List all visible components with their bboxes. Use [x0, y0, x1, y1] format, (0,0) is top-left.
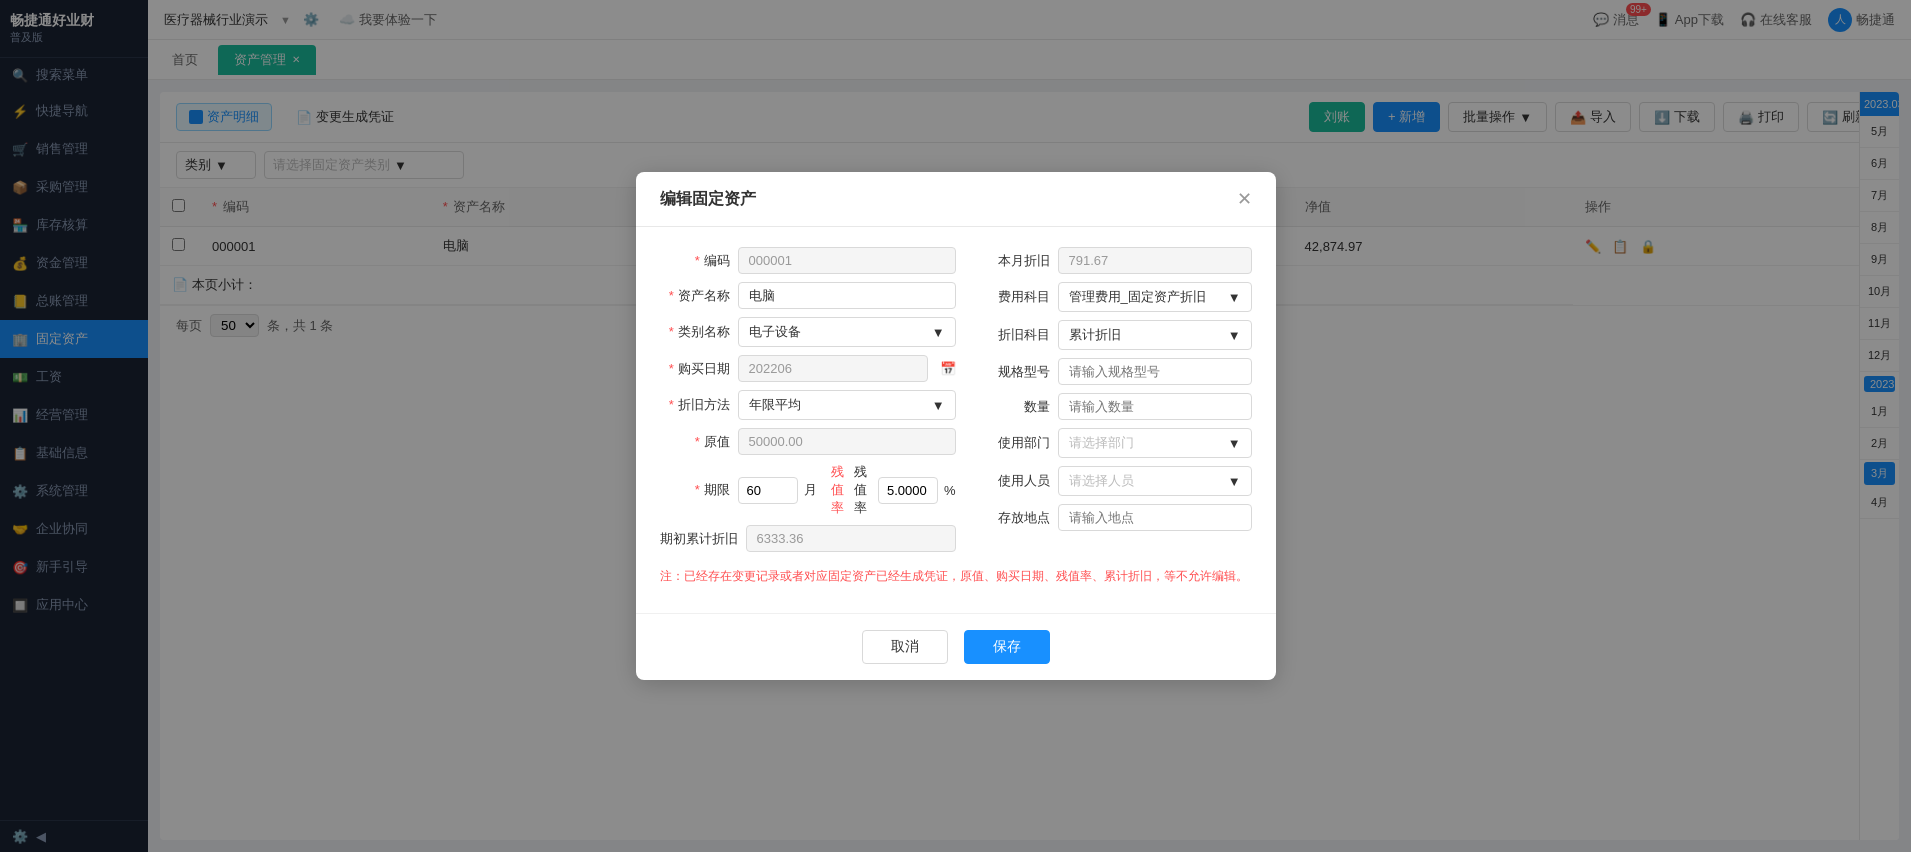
name-field-group: * 资产名称	[660, 282, 956, 309]
monthly-depr-label: 本月折旧	[980, 252, 1050, 270]
modal-left-column: * 编码 * 资产名称	[660, 247, 956, 560]
user-select[interactable]: 请选择人员 ▼	[1058, 466, 1252, 496]
expense-account-group: 费用科目 管理费用_固定资产折旧 ▼	[980, 282, 1252, 312]
period-row: 月 残值率 残值率 %	[738, 463, 956, 517]
accum-account-label: 折旧科目	[980, 326, 1050, 344]
category-field-label: * 类别名称	[660, 323, 730, 341]
depreciation-method-group: * 折旧方法 年限平均 ▼	[660, 390, 956, 420]
spec-group: 规格型号	[980, 358, 1252, 385]
modal-footer: 取消 保存	[636, 613, 1276, 680]
spec-input[interactable]	[1058, 358, 1252, 385]
quantity-group: 数量	[980, 393, 1252, 420]
category-value-text: 电子设备	[749, 323, 801, 341]
location-label: 存放地点	[980, 509, 1050, 527]
accum-account-value: 累计折旧	[1069, 326, 1121, 344]
accum-account-icon: ▼	[1228, 328, 1241, 343]
residual-rate-label: 残值率	[831, 463, 849, 517]
user-dropdown-icon: ▼	[1228, 474, 1241, 489]
original-value-label: * 原值	[660, 433, 730, 451]
modal-right-column: 本月折旧 费用科目 管理费用_固定资产折旧 ▼ 折旧科目	[980, 247, 1252, 560]
residual-rate-label-text: 残值率	[854, 463, 872, 517]
expense-account-label: 费用科目	[980, 288, 1050, 306]
depreciation-method-label: * 折旧方法	[660, 396, 730, 414]
code-field-group: * 编码	[660, 247, 956, 274]
calendar-icon[interactable]: 📅	[940, 361, 956, 376]
quantity-input[interactable]	[1058, 393, 1252, 420]
depreciation-method-select[interactable]: 年限平均 ▼	[738, 390, 956, 420]
original-value-input[interactable]	[738, 428, 956, 455]
modal-overlay: 编辑固定资产 ✕ * 编码	[0, 0, 1911, 852]
monthly-depr-group: 本月折旧	[980, 247, 1252, 274]
modal-grid: * 编码 * 资产名称	[660, 247, 1252, 560]
department-label: 使用部门	[980, 434, 1050, 452]
modal-header: 编辑固定资产 ✕	[636, 172, 1276, 227]
purchase-date-input[interactable]	[738, 355, 928, 382]
residual-rate-input[interactable]	[878, 477, 938, 504]
monthly-depr-input[interactable]	[1058, 247, 1252, 274]
modal-title: 编辑固定资产	[660, 189, 756, 210]
save-button[interactable]: 保存	[964, 630, 1050, 664]
purchase-date-label: * 购买日期	[660, 360, 730, 378]
period-label: * 期限	[660, 481, 730, 499]
user-placeholder: 请选择人员	[1069, 472, 1134, 490]
name-input[interactable]	[738, 282, 956, 309]
location-input[interactable]	[1058, 504, 1252, 531]
location-group: 存放地点	[980, 504, 1252, 531]
spec-label: 规格型号	[980, 363, 1050, 381]
expense-account-value: 管理费用_固定资产折旧	[1069, 288, 1206, 306]
department-placeholder: 请选择部门	[1069, 434, 1134, 452]
accum-account-group: 折旧科目 累计折旧 ▼	[980, 320, 1252, 350]
residual-rate-unit: %	[944, 483, 956, 498]
department-select[interactable]: 请选择部门 ▼	[1058, 428, 1252, 458]
category-select-icon: ▼	[932, 325, 945, 340]
period-residual-group: * 期限 月 残值率 残值率 %	[660, 463, 956, 517]
category-field-group: * 类别名称 电子设备 ▼	[660, 317, 956, 347]
initial-depr-input[interactable]	[746, 525, 956, 552]
modal-close-button[interactable]: ✕	[1237, 188, 1252, 210]
period-unit: 月	[804, 481, 817, 499]
cancel-button[interactable]: 取消	[862, 630, 948, 664]
expense-account-select[interactable]: 管理费用_固定资产折旧 ▼	[1058, 282, 1252, 312]
initial-depr-group: 期初累计折旧	[660, 525, 956, 552]
depreciation-method-value: 年限平均	[749, 396, 801, 414]
depreciation-method-icon: ▼	[932, 398, 945, 413]
expense-account-icon: ▼	[1228, 290, 1241, 305]
original-value-group: * 原值	[660, 428, 956, 455]
edit-modal: 编辑固定资产 ✕ * 编码	[636, 172, 1276, 680]
period-input[interactable]	[738, 477, 798, 504]
accum-account-select[interactable]: 累计折旧 ▼	[1058, 320, 1252, 350]
initial-depr-label: 期初累计折旧	[660, 530, 738, 548]
code-input[interactable]	[738, 247, 956, 274]
department-dropdown-icon: ▼	[1228, 436, 1241, 451]
user-label: 使用人员	[980, 472, 1050, 490]
department-group: 使用部门 请选择部门 ▼	[980, 428, 1252, 458]
modal-body: * 编码 * 资产名称	[636, 227, 1276, 613]
quantity-label: 数量	[980, 398, 1050, 416]
category-select[interactable]: 电子设备 ▼	[738, 317, 956, 347]
purchase-date-group: * 购买日期 📅	[660, 355, 956, 382]
modal-note: 注：已经存在变更记录或者对应固定资产已经生成凭证，原值、购买日期、残值率、累计折…	[660, 560, 1252, 593]
code-label: * 编码	[660, 252, 730, 270]
user-group: 使用人员 请选择人员 ▼	[980, 466, 1252, 496]
name-label: * 资产名称	[660, 287, 730, 305]
